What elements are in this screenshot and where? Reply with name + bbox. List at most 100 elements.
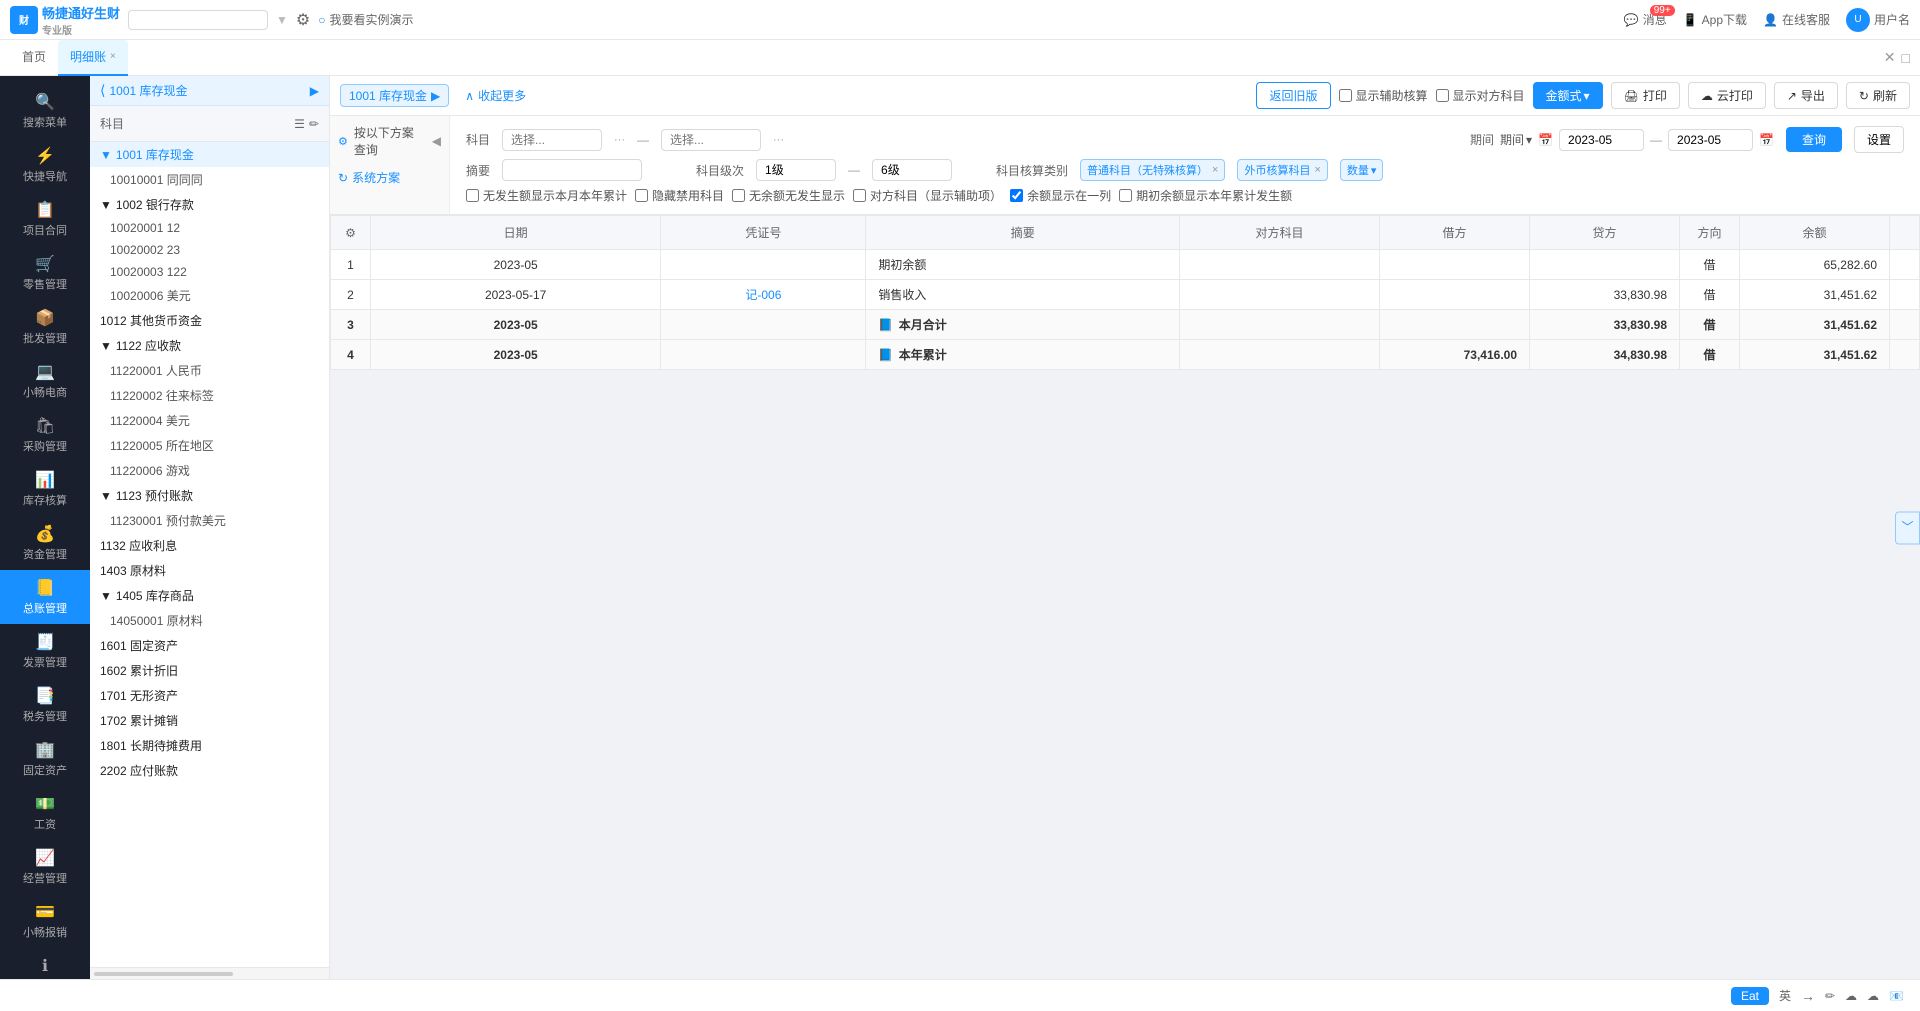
online-service-area[interactable]: 👤 在线客服	[1763, 11, 1830, 28]
tree-list-icon[interactable]: ☰	[294, 117, 305, 131]
settings-btn[interactable]: 设置	[1854, 126, 1904, 153]
sidebar-item-inventory[interactable]: 📊 库存核算	[0, 462, 90, 516]
table-settings-icon[interactable]: ⚙	[345, 226, 356, 240]
date-from-input[interactable]	[1559, 129, 1644, 151]
refresh-btn[interactable]: ↻ 刷新	[1846, 82, 1910, 109]
show-assist-checkbox[interactable]: 显示辅助核算	[1339, 87, 1428, 104]
tree-item-10010001[interactable]: 10010001 同同同	[90, 167, 329, 192]
sidebar-item-wholesale[interactable]: 📦 批发管理	[0, 300, 90, 354]
status-arrow[interactable]: →	[1801, 988, 1815, 1004]
tree-item-10020001[interactable]: 10020001 12	[90, 217, 329, 239]
scheme-system-item[interactable]: ↻ 系统方案	[338, 166, 441, 189]
tree-item-1012[interactable]: 1012 其他货币资金	[90, 308, 329, 333]
sidebar-item-operations[interactable]: 📈 经营管理	[0, 840, 90, 894]
subject-more-dots2[interactable]: ···	[773, 134, 784, 146]
level-to-select[interactable]: 6级4级5级	[872, 159, 952, 181]
tab-close-ledger[interactable]: ×	[110, 51, 116, 62]
tree-item-1601[interactable]: 1601 固定资产	[90, 633, 329, 658]
scheme-collapse[interactable]: ◀	[432, 134, 441, 148]
tree-item-1801[interactable]: 1801 长期待摊费用	[90, 733, 329, 758]
tree-item-1001[interactable]: ▼ 1001 库存现金	[90, 142, 329, 167]
sidebar-item-search[interactable]: 🔍 搜索菜单	[0, 84, 90, 138]
date-to-calendar[interactable]: 📅	[1759, 133, 1774, 147]
export-btn[interactable]: ↗ 导出	[1774, 82, 1838, 109]
sidebar-item-tax[interactable]: 📑 税务管理	[0, 678, 90, 732]
window-maximize[interactable]: □	[1902, 50, 1910, 66]
tab-home[interactable]: 首页	[10, 40, 58, 76]
foreign-currency-tag[interactable]: 外币核算科目 ×	[1237, 159, 1327, 181]
subject-to-input[interactable]	[661, 129, 761, 151]
cb-no-balance[interactable]: 无余额无发生显示	[732, 187, 845, 204]
tree-item-11220004[interactable]: 11220004 美元	[90, 408, 329, 433]
foreign-tag-close[interactable]: ×	[1314, 164, 1320, 176]
app-download-area[interactable]: 📱 App下载	[1683, 11, 1747, 28]
account-tag[interactable]: 1001 库存现金 ▶	[340, 84, 449, 107]
status-mail[interactable]: 📧	[1889, 989, 1904, 1003]
summary-input[interactable]	[502, 159, 642, 181]
user-area[interactable]: U 用户名	[1846, 8, 1910, 32]
tree-item-11220005[interactable]: 11220005 所在地区	[90, 433, 329, 458]
sidebar-item-fixedassets[interactable]: 🏢 固定资产	[0, 732, 90, 786]
return-old-btn[interactable]: 返回旧版	[1256, 82, 1330, 109]
sidebar-item-purchase[interactable]: 🛍 采购管理	[0, 408, 90, 462]
tree-item-11220006[interactable]: 11220006 游戏	[90, 458, 329, 483]
query-btn[interactable]: 查询	[1786, 127, 1842, 152]
cloud-print-btn[interactable]: ☁ 云打印	[1688, 82, 1766, 109]
tree-item-1122[interactable]: ▼ 1122 应收款	[90, 333, 329, 358]
tree-item-1405[interactable]: ▼ 1405 库存商品	[90, 583, 329, 608]
print-btn[interactable]: 🖨 打印	[1611, 82, 1680, 109]
tree-item-1702[interactable]: 1702 累计摊销	[90, 708, 329, 733]
tree-item-10020006[interactable]: 10020006 美元	[90, 283, 329, 308]
scheme-settings-icon[interactable]: ⚙	[338, 135, 348, 148]
sidebar-item-funds[interactable]: 💰 资金管理	[0, 516, 90, 570]
cb-opening-balance[interactable]: 期初余额显示本年累计发生额	[1119, 187, 1292, 204]
tab-ledger[interactable]: 明细账 ×	[58, 40, 128, 76]
status-cloud2[interactable]: ☁	[1867, 989, 1879, 1003]
tree-item-14050001[interactable]: 14050001 原材料	[90, 608, 329, 633]
sidebar-item-quicknav[interactable]: ⚡ 快捷导航	[0, 138, 90, 192]
sidebar-item-retail[interactable]: 🛒 零售管理	[0, 246, 90, 300]
show-contra-checkbox[interactable]: 显示对方科目	[1436, 87, 1525, 104]
sidebar-item-ledger[interactable]: 📒 总账管理	[0, 570, 90, 624]
sidebar-item-expense[interactable]: 💳 小畅报销	[0, 894, 90, 948]
tree-item-1701[interactable]: 1701 无形资产	[90, 683, 329, 708]
tree-item-2202[interactable]: 2202 应付账款	[90, 758, 329, 783]
sidebar-item-ecommerce[interactable]: 💻 小畅电商	[0, 354, 90, 408]
sidebar-item-basic[interactable]: ℹ 基础信息	[0, 948, 90, 979]
date-to-input[interactable]	[1668, 129, 1753, 151]
status-lang-en[interactable]: 英	[1779, 987, 1791, 1004]
period-calendar-icon[interactable]: 📅	[1538, 133, 1553, 147]
cb-no-amount[interactable]: 无发生额显示本月本年累计	[466, 187, 627, 204]
collapse-more-btn[interactable]: ∧ 收起更多	[457, 83, 534, 108]
voucher-link-2[interactable]: 记-006	[745, 288, 781, 302]
top-search-input[interactable]	[128, 10, 268, 30]
tree-item-1132[interactable]: 1132 应收利息	[90, 533, 329, 558]
status-edit[interactable]: ✏	[1825, 989, 1835, 1003]
message-area[interactable]: 💬 消息 99+	[1624, 11, 1667, 28]
settings-icon[interactable]: ⚙	[296, 10, 310, 30]
status-cloud1[interactable]: ☁	[1845, 989, 1857, 1003]
tree-item-1002[interactable]: ▼ 1002 银行存款	[90, 192, 329, 217]
period-type-dropdown[interactable]: 期间 ▾	[1500, 131, 1532, 148]
quantity-tag[interactable]: 数量 ▾	[1340, 159, 1384, 181]
subject-more-dots[interactable]: ···	[614, 134, 625, 146]
lang-switcher[interactable]: Eat	[1731, 987, 1769, 1005]
cb-contra-subject[interactable]: 对方科目（显示辅助项）	[853, 187, 1002, 204]
subject-type-tag-close[interactable]: ×	[1212, 164, 1218, 176]
tree-item-1123[interactable]: ▼ 1123 预付账款	[90, 483, 329, 508]
demo-link[interactable]: ○ 我要看实例演示	[318, 11, 413, 28]
tree-item-1403[interactable]: 1403 原材料	[90, 558, 329, 583]
right-collapse-btn[interactable]: 〉	[1895, 511, 1920, 544]
tree-item-10020002[interactable]: 10020002 23	[90, 239, 329, 261]
tree-item-11220002[interactable]: 11220002 往来标签	[90, 383, 329, 408]
cb-balance-one-col[interactable]: 余额显示在一列	[1010, 187, 1111, 204]
sidebar-item-invoice[interactable]: 🧾 发票管理	[0, 624, 90, 678]
subject-input[interactable]	[502, 129, 602, 151]
level-from-select[interactable]: 1级2级3级	[756, 159, 836, 181]
tree-item-11230001[interactable]: 11230001 预付款美元	[90, 508, 329, 533]
tree-item-11220001[interactable]: 11220001 人民币	[90, 358, 329, 383]
th-settings[interactable]: ⚙	[331, 216, 371, 250]
tree-nav-header[interactable]: ⟨ 1001 库存现金 ▶	[90, 76, 329, 106]
tree-item-10020003[interactable]: 10020003 122	[90, 261, 329, 283]
tree-item-1602[interactable]: 1602 累计折旧	[90, 658, 329, 683]
